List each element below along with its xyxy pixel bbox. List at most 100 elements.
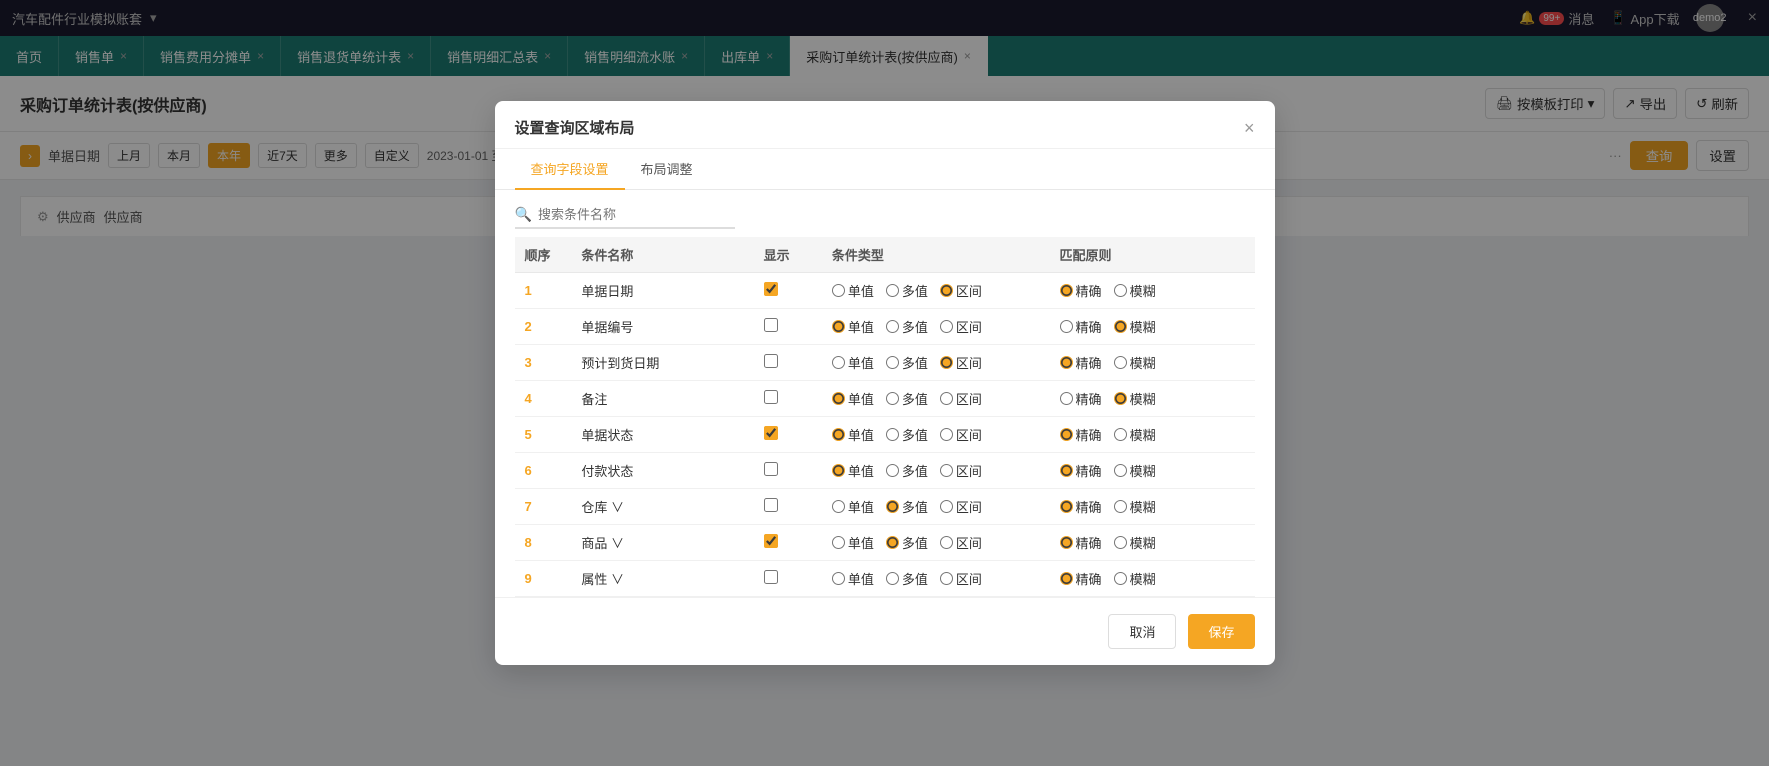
cancel-button[interactable]: 取消	[1108, 614, 1176, 649]
type-radio-type_single[interactable]: 单值	[832, 353, 874, 372]
modal-search-area: 🔍	[495, 190, 1275, 237]
type-radio-type_range[interactable]: 区间	[940, 461, 982, 480]
type-radio-type_multi[interactable]: 多值	[886, 497, 928, 516]
type-radio-type_range[interactable]: 区间	[940, 497, 982, 516]
row-match-radios: 精确模糊	[1050, 561, 1255, 597]
row-show-checkbox	[754, 453, 822, 489]
show-checkbox[interactable]	[764, 570, 778, 584]
row-order: 2	[515, 309, 572, 345]
show-checkbox[interactable]	[764, 534, 778, 548]
row-type-radios: 单值多值区间	[822, 489, 1050, 525]
type-radio-type_multi[interactable]: 多值	[886, 281, 928, 300]
match-radio-match_fuzzy[interactable]: 模糊	[1114, 533, 1156, 552]
row-condition-name: 仓库 ∨	[571, 489, 753, 525]
match-radio-match_exact[interactable]: 精确	[1060, 569, 1102, 588]
row-show-checkbox	[754, 345, 822, 381]
row-show-checkbox	[754, 561, 822, 597]
row-condition-name: 商品 ∨	[571, 525, 753, 561]
fields-table: 顺序 条件名称 显示 条件类型 匹配原则 1单据日期单值多值区间精确模糊2单据编…	[515, 237, 1255, 597]
save-button[interactable]: 保存	[1188, 614, 1254, 649]
match-radio-match_fuzzy[interactable]: 模糊	[1114, 425, 1156, 444]
match-radio-match_exact[interactable]: 精确	[1060, 281, 1102, 300]
modal-tab-fields-label: 查询字段设置	[531, 162, 609, 177]
match-radio-match_fuzzy[interactable]: 模糊	[1114, 497, 1156, 516]
table-row: 6付款状态单值多值区间精确模糊	[515, 453, 1255, 489]
match-radio-match_fuzzy[interactable]: 模糊	[1114, 461, 1156, 480]
match-radio-match_exact[interactable]: 精确	[1060, 425, 1102, 444]
table-row: 1单据日期单值多值区间精确模糊	[515, 273, 1255, 309]
modal-title: 设置查询区域布局	[515, 117, 635, 138]
table-row: 5单据状态单值多值区间精确模糊	[515, 417, 1255, 453]
match-radio-match_exact[interactable]: 精确	[1060, 317, 1102, 336]
row-order: 8	[515, 525, 572, 561]
match-radio-match_exact[interactable]: 精确	[1060, 497, 1102, 516]
type-radio-type_single[interactable]: 单值	[832, 461, 874, 480]
type-radio-type_multi[interactable]: 多值	[886, 533, 928, 552]
type-radio-type_single[interactable]: 单值	[832, 569, 874, 588]
match-radio-match_fuzzy[interactable]: 模糊	[1114, 317, 1156, 336]
show-checkbox[interactable]	[764, 462, 778, 476]
show-checkbox[interactable]	[764, 318, 778, 332]
modal-dialog: 设置查询区域布局 × 查询字段设置 布局调整 🔍 顺序	[495, 101, 1275, 665]
row-type-radios: 单值多值区间	[822, 345, 1050, 381]
type-radio-type_multi[interactable]: 多值	[886, 389, 928, 408]
search-wrap: 🔍	[515, 202, 735, 229]
row-order: 4	[515, 381, 572, 417]
row-show-checkbox	[754, 309, 822, 345]
type-radio-type_single[interactable]: 单值	[832, 389, 874, 408]
row-order: 1	[515, 273, 572, 309]
modal-overlay: 设置查询区域布局 × 查询字段设置 布局调整 🔍 顺序	[0, 0, 1769, 766]
type-radio-type_single[interactable]: 单值	[832, 425, 874, 444]
type-radio-type_range[interactable]: 区间	[940, 281, 982, 300]
match-radio-match_fuzzy[interactable]: 模糊	[1114, 569, 1156, 588]
modal-tab-fields[interactable]: 查询字段设置	[515, 149, 625, 190]
type-radio-type_single[interactable]: 单值	[832, 281, 874, 300]
match-radio-match_exact[interactable]: 精确	[1060, 353, 1102, 372]
row-condition-name: 属性 ∨	[571, 561, 753, 597]
row-match-radios: 精确模糊	[1050, 489, 1255, 525]
type-radio-type_range[interactable]: 区间	[940, 533, 982, 552]
row-order: 3	[515, 345, 572, 381]
type-radio-type_range[interactable]: 区间	[940, 317, 982, 336]
row-match-radios: 精确模糊	[1050, 417, 1255, 453]
row-order: 7	[515, 489, 572, 525]
type-radio-type_multi[interactable]: 多值	[886, 317, 928, 336]
row-order: 6	[515, 453, 572, 489]
modal-tab-layout-label: 布局调整	[641, 162, 693, 177]
row-match-radios: 精确模糊	[1050, 453, 1255, 489]
show-checkbox[interactable]	[764, 498, 778, 512]
row-show-checkbox	[754, 525, 822, 561]
match-radio-match_exact[interactable]: 精确	[1060, 461, 1102, 480]
row-type-radios: 单值多值区间	[822, 417, 1050, 453]
table-row: 8商品 ∨ 单值多值区间 精确模糊	[515, 525, 1255, 561]
modal-tab-layout[interactable]: 布局调整	[625, 149, 709, 190]
show-checkbox[interactable]	[764, 282, 778, 296]
show-checkbox[interactable]	[764, 426, 778, 440]
match-radio-match_fuzzy[interactable]: 模糊	[1114, 281, 1156, 300]
match-radio-match_fuzzy[interactable]: 模糊	[1114, 353, 1156, 372]
type-radio-type_multi[interactable]: 多值	[886, 461, 928, 480]
type-radio-type_multi[interactable]: 多值	[886, 353, 928, 372]
modal-table-wrap: 顺序 条件名称 显示 条件类型 匹配原则 1单据日期单值多值区间精确模糊2单据编…	[495, 237, 1275, 597]
th-type: 条件类型	[822, 237, 1050, 273]
show-checkbox[interactable]	[764, 354, 778, 368]
type-radio-type_single[interactable]: 单值	[832, 317, 874, 336]
row-condition-name: 单据编号	[571, 309, 753, 345]
type-radio-type_range[interactable]: 区间	[940, 389, 982, 408]
type-radio-type_multi[interactable]: 多值	[886, 569, 928, 588]
match-radio-match_exact[interactable]: 精确	[1060, 533, 1102, 552]
row-order: 5	[515, 417, 572, 453]
show-checkbox[interactable]	[764, 390, 778, 404]
type-radio-type_multi[interactable]: 多值	[886, 425, 928, 444]
match-radio-match_exact[interactable]: 精确	[1060, 389, 1102, 408]
type-radio-type_single[interactable]: 单值	[832, 497, 874, 516]
modal-close-btn[interactable]: ×	[1244, 119, 1255, 137]
search-input[interactable]	[538, 207, 735, 222]
type-radio-type_single[interactable]: 单值	[832, 533, 874, 552]
row-type-radios: 单值多值区间	[822, 561, 1050, 597]
match-radio-match_fuzzy[interactable]: 模糊	[1114, 389, 1156, 408]
type-radio-type_range[interactable]: 区间	[940, 569, 982, 588]
type-radio-type_range[interactable]: 区间	[940, 425, 982, 444]
table-row: 9属性 ∨单值多值区间精确模糊	[515, 561, 1255, 597]
type-radio-type_range[interactable]: 区间	[940, 353, 982, 372]
